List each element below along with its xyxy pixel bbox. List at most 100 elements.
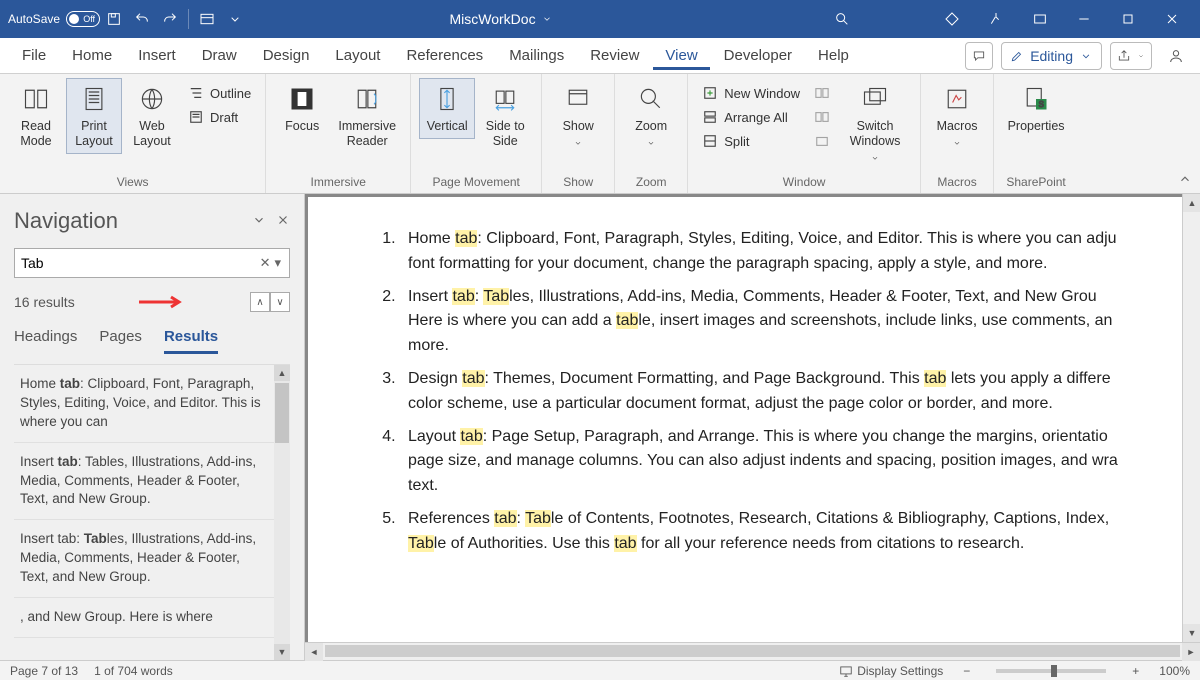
zoom-out-button[interactable]: − <box>959 664 974 678</box>
properties-button[interactable]: SProperties <box>1002 78 1070 139</box>
zoom-button[interactable]: Zoom <box>623 78 679 153</box>
nav-close-icon[interactable] <box>276 213 290 230</box>
tab-layout[interactable]: Layout <box>323 41 392 70</box>
scroll-up-icon[interactable]: ▲ <box>1183 194 1200 212</box>
doc-list-item: Home tab: Clipboard, Font, Paragraph, St… <box>400 227 1182 277</box>
side-to-side-button[interactable]: Side to Side <box>477 78 533 154</box>
tab-file[interactable]: File <box>10 41 58 70</box>
doc-list-item: Insert tab: Tables, Illustrations, Add-i… <box>400 285 1182 359</box>
comments-button[interactable] <box>965 42 993 70</box>
web-layout-button[interactable]: Web Layout <box>124 78 180 154</box>
group-immersive-label: Immersive <box>274 175 402 191</box>
close-icon[interactable] <box>1152 5 1192 33</box>
tab-home[interactable]: Home <box>60 41 124 70</box>
view-side-by-side-button <box>808 82 836 104</box>
read-mode-button[interactable]: Read Mode <box>8 78 64 154</box>
chevron-down-icon <box>870 153 880 163</box>
show-button[interactable]: Show <box>550 78 606 153</box>
tab-mailings[interactable]: Mailings <box>497 41 576 70</box>
draft-button[interactable]: Draft <box>182 106 257 128</box>
status-bar: Page 7 of 13 1 of 704 words Display Sett… <box>0 660 1200 680</box>
scroll-left-icon[interactable]: ◄ <box>305 643 323 661</box>
autosave-toggle[interactable]: AutoSave Off <box>8 11 100 27</box>
scroll-thumb[interactable] <box>325 645 1180 657</box>
toggle-off-icon[interactable]: Off <box>66 11 100 27</box>
tab-references[interactable]: References <box>394 41 495 70</box>
nav-tab-headings[interactable]: Headings <box>14 328 77 354</box>
next-result-button[interactable]: ∨ <box>270 292 290 312</box>
prev-result-button[interactable]: ∧ <box>250 292 270 312</box>
tab-developer[interactable]: Developer <box>712 41 804 70</box>
search-options-icon[interactable]: ▾ <box>272 255 283 271</box>
immersive-reader-button[interactable]: Immersive Reader <box>332 78 402 154</box>
result-item[interactable]: Home tab: Clipboard, Font, Paragraph, St… <box>14 365 274 443</box>
tab-insert[interactable]: Insert <box>126 41 188 70</box>
zoom-in-button[interactable]: + <box>1128 664 1143 678</box>
scroll-up-icon[interactable]: ▲ <box>274 365 290 381</box>
main-area: Navigation ✕ ▾ 16 results ∧ ∨ Headings P… <box>0 194 1200 660</box>
red-arrow-annotation <box>137 294 187 310</box>
collapse-ribbon-icon[interactable] <box>1178 172 1192 189</box>
nav-dropdown-icon[interactable] <box>252 213 266 230</box>
print-layout-button[interactable]: Print Layout <box>66 78 122 154</box>
tab-review[interactable]: Review <box>578 41 651 70</box>
tab-design[interactable]: Design <box>251 41 322 70</box>
autosave-label: AutoSave <box>8 12 60 26</box>
scroll-thumb[interactable] <box>275 383 289 443</box>
nav-tab-results[interactable]: Results <box>164 328 218 354</box>
page-indicator[interactable]: Page 7 of 13 <box>10 664 78 678</box>
tab-help[interactable]: Help <box>806 41 861 70</box>
chevron-down-icon <box>952 138 962 148</box>
share-button[interactable] <box>1110 42 1152 70</box>
switch-windows-button[interactable]: Switch Windows <box>838 78 912 168</box>
document-page[interactable]: Home tab: Clipboard, Font, Paragraph, St… <box>308 197 1182 660</box>
macros-button[interactable]: Macros <box>929 78 985 153</box>
minimize-icon[interactable] <box>1064 5 1104 33</box>
new-window-button[interactable]: New Window <box>696 82 806 104</box>
undo-icon[interactable] <box>128 5 156 33</box>
diamond-premium-icon[interactable] <box>932 5 972 33</box>
tab-draw[interactable]: Draw <box>190 41 249 70</box>
result-item[interactable]: Insert tab: Tables, Illustrations, Add-i… <box>14 520 274 598</box>
save-icon[interactable] <box>100 5 128 33</box>
group-show-label: Show <box>550 175 606 191</box>
result-item[interactable]: Insert tab: Tables, Illustrations, Add-i… <box>14 443 274 521</box>
group-macros-label: Macros <box>929 175 985 191</box>
clear-search-icon[interactable]: ✕ <box>258 255 273 271</box>
group-zoom-label: Zoom <box>623 175 679 191</box>
nav-search-field[interactable] <box>21 255 258 271</box>
group-sharepoint-label: SharePoint <box>1002 175 1070 191</box>
horizontal-scrollbar[interactable]: ◄ ► <box>305 642 1200 660</box>
search-icon[interactable] <box>828 5 856 33</box>
display-settings-button[interactable]: Display Settings <box>839 664 943 678</box>
nav-scrollbar[interactable]: ▲ ▼ <box>274 365 290 660</box>
chevron-down-icon <box>542 14 552 24</box>
zoom-level[interactable]: 100% <box>1159 664 1190 678</box>
scroll-down-icon[interactable]: ▼ <box>1183 624 1200 642</box>
customize-qat-icon[interactable] <box>193 5 221 33</box>
zoom-slider[interactable] <box>996 669 1106 673</box>
doc-list-item: Layout tab: Page Setup, Paragraph, and A… <box>400 425 1182 499</box>
ribbon-display-icon[interactable] <box>1020 5 1060 33</box>
focus-button[interactable]: Focus <box>274 78 330 139</box>
vertical-button[interactable]: Vertical <box>419 78 475 139</box>
document-title[interactable]: MiscWorkDoc <box>249 11 752 27</box>
scroll-down-icon[interactable]: ▼ <box>274 644 290 660</box>
arrange-all-button[interactable]: Arrange All <box>696 106 806 128</box>
nav-tab-pages[interactable]: Pages <box>99 328 142 354</box>
qat-dropdown-icon[interactable] <box>221 5 249 33</box>
split-button[interactable]: Split <box>696 130 806 152</box>
redo-icon[interactable] <box>156 5 184 33</box>
maximize-icon[interactable] <box>1108 5 1148 33</box>
result-item[interactable]: , and New Group. Here is where <box>14 598 274 638</box>
editing-mode-button[interactable]: Editing <box>1001 42 1102 70</box>
vertical-scrollbar[interactable]: ▲ ▼ <box>1182 194 1200 642</box>
word-count[interactable]: 1 of 704 words <box>94 664 173 678</box>
coming-soon-icon[interactable] <box>976 5 1016 33</box>
scroll-right-icon[interactable]: ► <box>1182 643 1200 661</box>
outline-button[interactable]: Outline <box>182 82 257 104</box>
nav-search-input[interactable]: ✕ ▾ <box>14 248 290 278</box>
tab-view[interactable]: View <box>653 41 709 70</box>
account-icon[interactable] <box>1162 42 1190 70</box>
group-views-label: Views <box>8 175 257 191</box>
